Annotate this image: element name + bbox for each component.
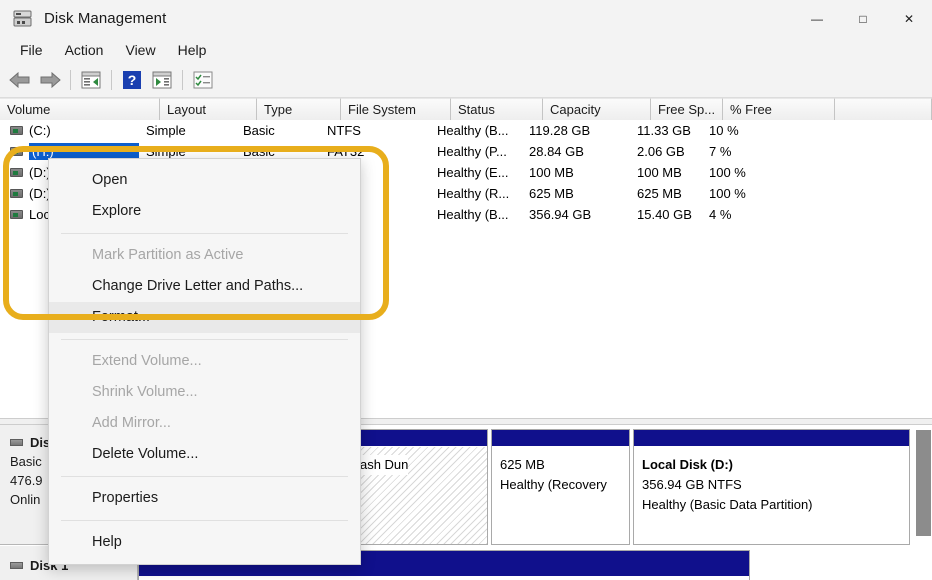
volume-context-menu: OpenExplore Mark Partition as ActiveChang… [48,158,361,565]
column-header-free-sp[interactable]: Free Sp... [651,98,723,120]
menu-help[interactable]: Help [168,40,217,60]
properties-icon[interactable] [188,67,218,93]
show-hide-action-pane-icon[interactable] [147,67,177,93]
cell-filesystem: FAT32 [320,144,430,159]
cell-filesystem: NTFS [320,123,430,138]
cell-capacity: 625 MB [522,186,630,201]
column-header-free[interactable]: % Free [723,98,835,120]
toolbar: ? [0,63,932,98]
column-header-capacity[interactable]: Capacity [543,98,651,120]
title-bar: Disk Management — □ ✕ [0,0,932,37]
menu-separator [61,339,348,340]
context-menu-item-delete-volume[interactable]: Delete Volume... [49,439,360,470]
cell-free: 100 MB [630,165,702,180]
disk-icon [10,562,23,569]
help-icon[interactable]: ? [117,67,147,93]
partition-status: Healthy (Recovery [500,475,629,495]
column-header-type[interactable]: Type [257,98,341,120]
cell-status: Healthy (B... [430,123,522,138]
forward-icon[interactable] [35,67,65,93]
cell-capacity: 356.94 GB [522,207,630,222]
context-menu-item-extend-volume: Extend Volume... [49,346,360,377]
cell-capacity: 100 MB [522,165,630,180]
cell-status: Healthy (P... [430,144,522,159]
drive-icon [10,168,23,177]
column-header-volume[interactable]: Volume [0,98,160,120]
partition-bar [634,430,909,447]
show-hide-console-tree-icon[interactable] [76,67,106,93]
cell-free: 625 MB [630,186,702,201]
cell-free: 2.06 GB [630,144,702,159]
cell-status: Healthy (E... [430,165,522,180]
maximize-button[interactable]: □ [840,0,886,37]
drive-icon [10,210,23,219]
cell-pctfree: 100 % [702,165,814,180]
minimize-button[interactable]: — [794,0,840,37]
toolbar-separator [182,70,183,90]
drive-icon [10,126,23,135]
context-menu-item-add-mirror: Add Mirror... [49,408,360,439]
context-menu-item-properties[interactable]: Properties [49,483,360,514]
column-header-layout[interactable]: Layout [160,98,257,120]
column-header-file-system[interactable]: File System [341,98,451,120]
drive-icon [10,147,23,156]
cell-type: Basic [236,144,320,159]
menu-file[interactable]: File [10,40,53,60]
context-menu-item-explore[interactable]: Explore [49,196,360,227]
volume-name: (C:) [29,123,139,138]
partition-title: Local Disk (D:) [642,457,733,472]
cell-capacity: 119.28 GB [522,123,630,138]
back-icon[interactable] [5,67,35,93]
disk-pane-scrollbar[interactable] [915,429,932,537]
cell-type: Basic [236,123,320,138]
cell-layout: Simple [139,123,236,138]
cell-pctfree: 10 % [702,123,814,138]
cell-layout: Simple [139,144,236,159]
partition[interactable]: Local Disk (D:) 356.94 GB NTFS Healthy (… [633,429,910,545]
menu-separator [61,476,348,477]
menu-separator [61,233,348,234]
disk-management-icon [12,10,34,28]
partition[interactable]: 625 MB Healthy (Recovery [491,429,630,545]
cell-capacity: 28.84 GB [522,144,630,159]
window-controls: — □ ✕ [794,0,932,37]
menu-action[interactable]: Action [55,40,114,60]
cell-free: 15.40 GB [630,207,702,222]
partition-bar [492,430,629,447]
partition-body: 625 MB Healthy (Recovery [492,447,629,495]
context-menu-item-shrink-volume: Shrink Volume... [49,377,360,408]
toolbar-separator [111,70,112,90]
table-row[interactable]: (C:)SimpleBasicNTFSHealthy (B...119.28 G… [0,120,932,141]
cell-pctfree: 4 % [702,207,814,222]
partition-status: Healthy (Basic Data Partition) [642,495,909,515]
cell-pctfree: 100 % [702,186,814,201]
partition-size: 356.94 GB NTFS [642,475,909,495]
close-button[interactable]: ✕ [886,0,932,37]
context-menu-item-mark-partition-as-active: Mark Partition as Active [49,240,360,271]
context-menu-item-change-drive-letter-and-paths[interactable]: Change Drive Letter and Paths... [49,271,360,302]
cell-pctfree: 7 % [702,144,814,159]
drive-icon [10,189,23,198]
window-title: Disk Management [44,10,166,27]
menu-bar: File Action View Help [0,37,932,63]
column-headers: VolumeLayoutTypeFile SystemStatusCapacit… [0,98,932,120]
menu-separator [61,520,348,521]
column-header-status[interactable]: Status [451,98,543,120]
svg-text:?: ? [128,72,137,88]
menu-view[interactable]: View [115,40,165,60]
disk-icon [10,439,23,446]
cell-status: Healthy (R... [430,186,522,201]
context-menu-item-format[interactable]: Format... [49,302,360,333]
column-header-filler [835,98,932,120]
context-menu-item-help[interactable]: Help [49,527,360,558]
cell-status: Healthy (B... [430,207,522,222]
toolbar-separator [70,70,71,90]
cell-free: 11.33 GB [630,123,702,138]
context-menu-item-open[interactable]: Open [49,165,360,196]
partition-size: 625 MB [500,455,629,475]
partition-body: Local Disk (D:) 356.94 GB NTFS Healthy (… [634,447,909,515]
